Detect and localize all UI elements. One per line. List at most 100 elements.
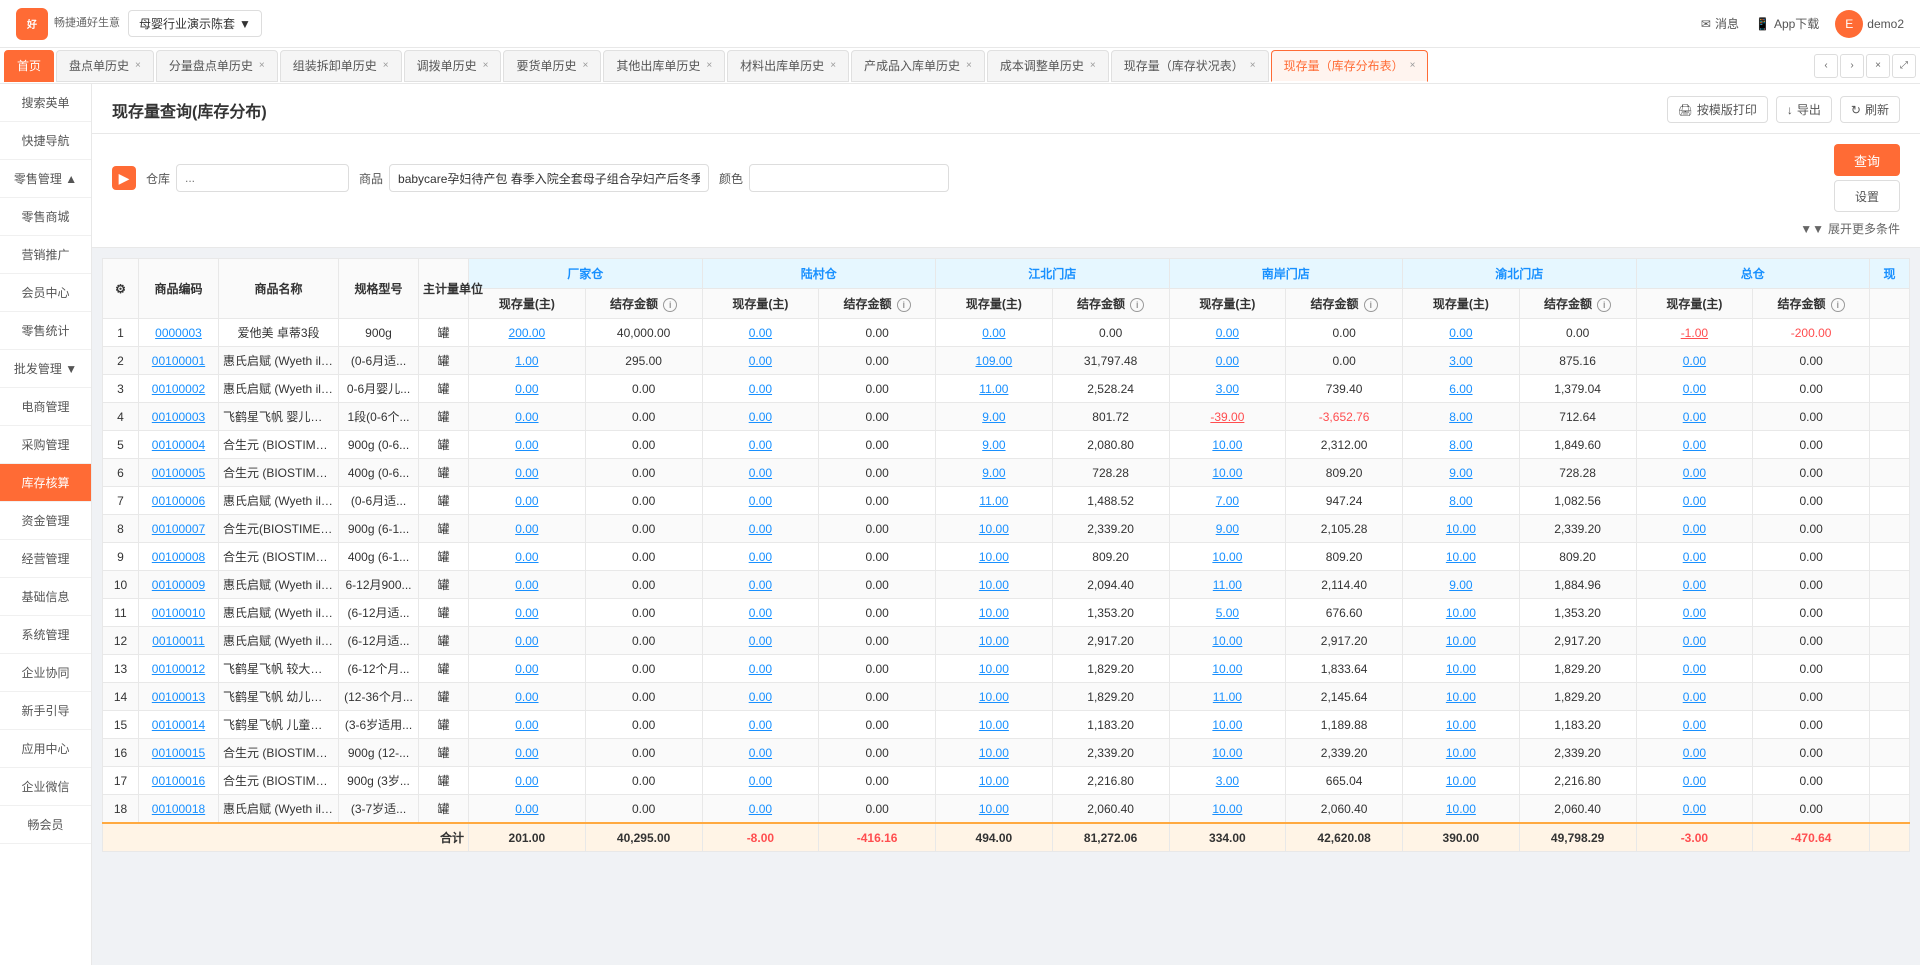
tab-item-5[interactable]: 要货单历史× xyxy=(503,50,601,82)
table-cell[interactable]: 10.00 xyxy=(1403,739,1520,767)
table-cell[interactable]: 10.00 xyxy=(1403,627,1520,655)
tab-close-2[interactable]: × xyxy=(259,60,265,71)
print-btn[interactable]: 🖨 按模版打印 xyxy=(1667,96,1768,123)
table-cell[interactable]: 10.00 xyxy=(1403,655,1520,683)
table-cell[interactable]: 8.00 xyxy=(1403,403,1520,431)
table-cell[interactable]: 0.00 xyxy=(1636,403,1753,431)
table-cell[interactable]: 0.00 xyxy=(469,627,586,655)
table-cell[interactable]: 5.00 xyxy=(1169,599,1286,627)
user-area[interactable]: E demo2 xyxy=(1835,10,1904,38)
sidebar-item-3[interactable]: 零售商城 xyxy=(0,198,91,236)
table-cell[interactable]: 11.00 xyxy=(1169,683,1286,711)
table-cell[interactable]: 0.00 xyxy=(469,543,586,571)
table-cell[interactable]: 0.00 xyxy=(702,571,819,599)
table-cell[interactable]: 0.00 xyxy=(702,683,819,711)
settings-btn[interactable]: 设置 xyxy=(1834,180,1900,212)
table-cell[interactable]: 10.00 xyxy=(936,683,1053,711)
table-cell[interactable]: 10.00 xyxy=(1403,599,1520,627)
table-cell[interactable]: 0.00 xyxy=(702,627,819,655)
table-cell[interactable]: 0.00 xyxy=(702,459,819,487)
app-download-btn[interactable]: 📱 App下载 xyxy=(1755,15,1819,32)
table-cell[interactable]: 8.00 xyxy=(1403,431,1520,459)
table-cell[interactable]: 0.00 xyxy=(469,459,586,487)
table-cell[interactable]: 0.00 xyxy=(469,599,586,627)
table-cell[interactable]: 109.00 xyxy=(936,347,1053,375)
table-cell[interactable]: 0000003 xyxy=(139,319,219,347)
table-cell[interactable]: 10.00 xyxy=(1169,795,1286,824)
tab-item-11[interactable]: 现存量（库存分布表）× xyxy=(1271,50,1429,82)
table-cell[interactable]: 00100011 xyxy=(139,627,219,655)
sidebar-item-12[interactable]: 经营管理 xyxy=(0,540,91,578)
table-cell[interactable]: 00100010 xyxy=(139,599,219,627)
table-cell[interactable]: 00100009 xyxy=(139,571,219,599)
table-cell[interactable]: 11.00 xyxy=(1169,571,1286,599)
table-cell[interactable]: 0.00 xyxy=(469,515,586,543)
tab-close-3[interactable]: × xyxy=(383,60,389,71)
table-cell[interactable]: 0.00 xyxy=(702,543,819,571)
table-cell[interactable]: 0.00 xyxy=(469,431,586,459)
tab-item-2[interactable]: 分量盘点单历史× xyxy=(156,50,278,82)
table-cell[interactable]: 10.00 xyxy=(936,571,1053,599)
table-cell[interactable]: 0.00 xyxy=(1636,543,1753,571)
expand-more-btn[interactable]: ▼▼ 展开更多条件 xyxy=(1800,220,1900,237)
table-cell[interactable]: 0.00 xyxy=(1636,431,1753,459)
sidebar-item-6[interactable]: 零售统计 xyxy=(0,312,91,350)
export-btn[interactable]: ↓ 导出 xyxy=(1776,96,1832,123)
tab-close-1[interactable]: × xyxy=(135,60,141,71)
table-cell[interactable]: 0.00 xyxy=(1169,347,1286,375)
table-cell[interactable]: 10.00 xyxy=(1169,431,1286,459)
table-cell[interactable]: 1.00 xyxy=(469,347,586,375)
table-cell[interactable]: 11.00 xyxy=(936,375,1053,403)
tab-nav-btn-1[interactable]: › xyxy=(1840,54,1864,78)
table-cell[interactable]: 00100008 xyxy=(139,543,219,571)
tab-close-5[interactable]: × xyxy=(582,60,588,71)
table-cell[interactable]: 10.00 xyxy=(936,599,1053,627)
table-cell[interactable]: 7.00 xyxy=(1169,487,1286,515)
table-cell[interactable]: 00100006 xyxy=(139,487,219,515)
table-cell[interactable]: 0.00 xyxy=(1403,319,1520,347)
tab-item-9[interactable]: 成本调整单历史× xyxy=(987,50,1109,82)
tab-close-7[interactable]: × xyxy=(830,60,836,71)
table-cell[interactable]: 0.00 xyxy=(702,347,819,375)
table-cell[interactable]: -39.00 xyxy=(1169,403,1286,431)
table-cell[interactable]: 10.00 xyxy=(936,543,1053,571)
table-cell[interactable]: 9.00 xyxy=(1169,515,1286,543)
sidebar-item-14[interactable]: 系统管理 xyxy=(0,616,91,654)
table-cell[interactable]: 0.00 xyxy=(702,767,819,795)
table-cell[interactable]: 00100007 xyxy=(139,515,219,543)
sidebar-item-7[interactable]: 批发管理 ▼ xyxy=(0,350,91,388)
tab-close-8[interactable]: × xyxy=(966,60,972,71)
table-cell[interactable]: 3.00 xyxy=(1169,767,1286,795)
table-cell[interactable]: 0.00 xyxy=(1636,795,1753,824)
sidebar-item-19[interactable]: 畅会员 xyxy=(0,806,91,844)
query-btn[interactable]: 查询 xyxy=(1834,144,1900,176)
table-cell[interactable]: 10.00 xyxy=(936,795,1053,824)
tab-nav-btn-2[interactable]: × xyxy=(1866,54,1890,78)
table-cell[interactable]: 9.00 xyxy=(1403,571,1520,599)
table-cell[interactable]: 0.00 xyxy=(702,795,819,824)
table-cell[interactable]: 0.00 xyxy=(702,655,819,683)
tab-item-6[interactable]: 其他出库单历史× xyxy=(603,50,725,82)
tab-item-3[interactable]: 组装拆卸单历史× xyxy=(280,50,402,82)
sidebar-item-8[interactable]: 电商管理 xyxy=(0,388,91,426)
table-cell[interactable]: 200.00 xyxy=(469,319,586,347)
table-cell[interactable]: 00100003 xyxy=(139,403,219,431)
sidebar-item-2[interactable]: 零售管理 ▲ xyxy=(0,160,91,198)
table-cell[interactable]: 0.00 xyxy=(1169,319,1286,347)
table-cell[interactable]: 10.00 xyxy=(1169,459,1286,487)
table-cell[interactable]: 10.00 xyxy=(1169,627,1286,655)
tab-item-10[interactable]: 现存量（库存状况表）× xyxy=(1111,50,1269,82)
table-cell[interactable]: 10.00 xyxy=(936,515,1053,543)
tab-item-0[interactable]: 首页 xyxy=(4,50,54,82)
table-cell[interactable]: 00100012 xyxy=(139,655,219,683)
table-cell[interactable]: 0.00 xyxy=(702,375,819,403)
table-cell[interactable]: 10.00 xyxy=(936,655,1053,683)
table-cell[interactable]: 0.00 xyxy=(1636,627,1753,655)
table-cell[interactable]: 0.00 xyxy=(1636,571,1753,599)
table-cell[interactable]: 0.00 xyxy=(469,655,586,683)
sidebar-item-1[interactable]: 快捷导航 xyxy=(0,122,91,160)
table-cell[interactable]: 00100018 xyxy=(139,795,219,824)
table-cell[interactable]: 10.00 xyxy=(1169,711,1286,739)
table-cell[interactable]: 9.00 xyxy=(1403,459,1520,487)
table-cell[interactable]: 00100005 xyxy=(139,459,219,487)
